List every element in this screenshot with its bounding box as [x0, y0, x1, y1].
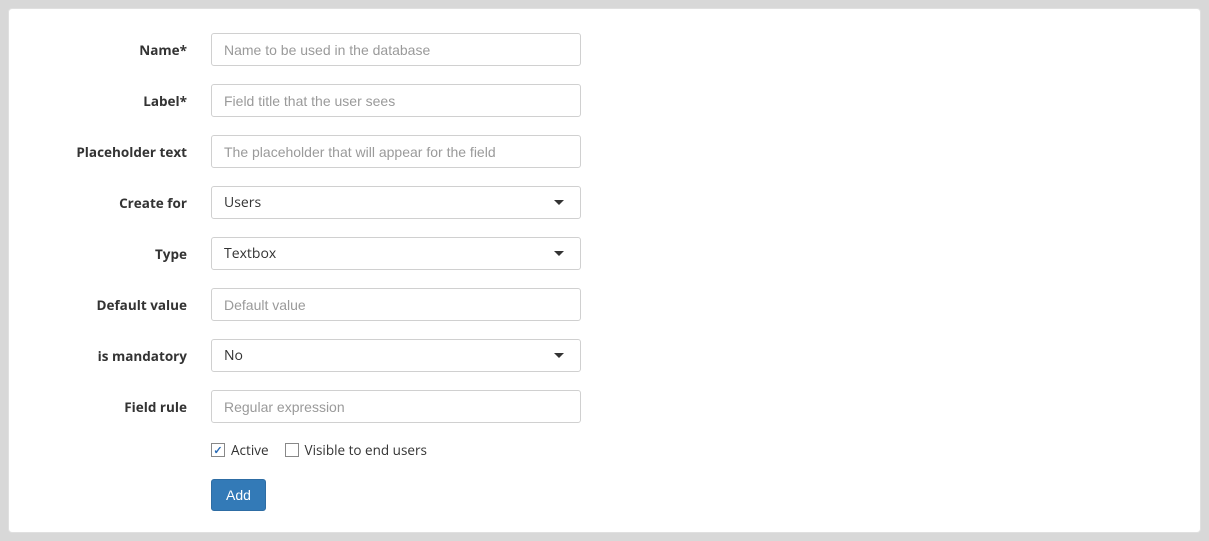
row-default-value: Default value [33, 288, 1176, 321]
control-is-mandatory: No [211, 339, 581, 372]
row-field-rule: Field rule [33, 390, 1176, 423]
placeholder-text-input[interactable] [211, 135, 581, 168]
checkbox-visible-label: Visible to end users [305, 441, 427, 459]
caret-down-icon [554, 251, 564, 256]
form-card: Name* Label* Placeholder text Create for… [8, 8, 1201, 533]
control-field-rule [211, 390, 581, 423]
checkbox-row: Active Visible to end users [211, 441, 1176, 459]
row-is-mandatory: is mandatory No [33, 339, 1176, 372]
control-name [211, 33, 581, 66]
label-default-value: Default value [33, 296, 211, 314]
label-is-mandatory: is mandatory [33, 347, 211, 365]
checkbox-visible[interactable] [285, 443, 299, 457]
is-mandatory-select[interactable]: No [211, 339, 581, 372]
is-mandatory-value: No [224, 346, 554, 365]
row-name: Name* [33, 33, 1176, 66]
label-placeholder-text: Placeholder text [33, 143, 211, 161]
label-input[interactable] [211, 84, 581, 117]
create-for-select[interactable]: Users [211, 186, 581, 219]
checkbox-active-item: Active [211, 441, 269, 459]
label-field-rule: Field rule [33, 398, 211, 416]
checkbox-active[interactable] [211, 443, 225, 457]
label-label: Label* [33, 92, 211, 110]
add-button[interactable]: Add [211, 479, 266, 511]
control-create-for: Users [211, 186, 581, 219]
label-name: Name* [33, 41, 211, 59]
name-input[interactable] [211, 33, 581, 66]
type-select[interactable]: Textbox [211, 237, 581, 270]
checkbox-active-label: Active [231, 441, 269, 459]
control-placeholder-text [211, 135, 581, 168]
action-row: Add [211, 479, 1176, 511]
label-create-for: Create for [33, 194, 211, 212]
default-value-input[interactable] [211, 288, 581, 321]
control-type: Textbox [211, 237, 581, 270]
checkbox-visible-item: Visible to end users [285, 441, 427, 459]
caret-down-icon [554, 200, 564, 205]
caret-down-icon [554, 353, 564, 358]
control-label [211, 84, 581, 117]
row-create-for: Create for Users [33, 186, 1176, 219]
field-rule-input[interactable] [211, 390, 581, 423]
row-label: Label* [33, 84, 1176, 117]
row-type: Type Textbox [33, 237, 1176, 270]
label-type: Type [33, 245, 211, 263]
control-default-value [211, 288, 581, 321]
create-for-value: Users [224, 193, 554, 212]
type-value: Textbox [224, 244, 554, 263]
row-placeholder-text: Placeholder text [33, 135, 1176, 168]
